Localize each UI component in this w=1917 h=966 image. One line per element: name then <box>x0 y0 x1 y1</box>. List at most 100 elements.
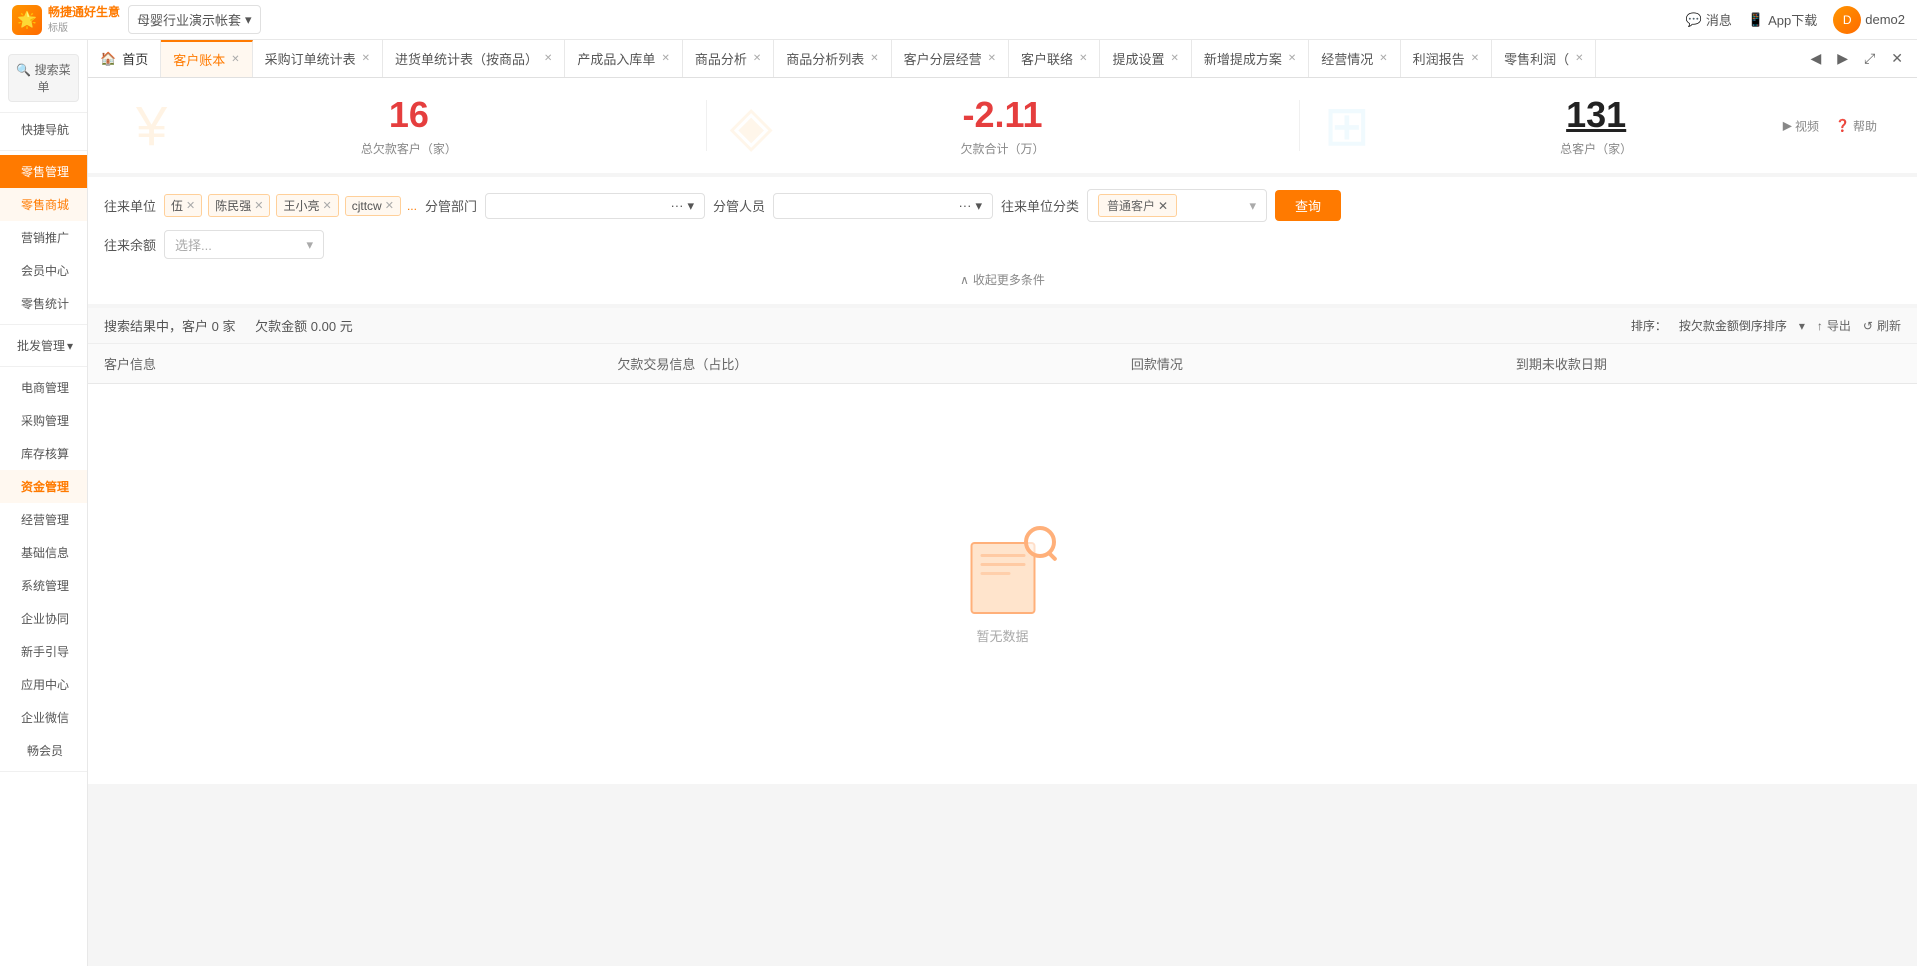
tab-retail-profit-close[interactable]: ✕ <box>1575 53 1583 64</box>
tab-customer-tier[interactable]: 客户分层经营 ✕ <box>892 40 1009 78</box>
sidebar-item-vip[interactable]: 畅会员 <box>0 734 87 767</box>
person-filter-select[interactable]: ··· ▾ <box>773 193 993 219</box>
tab-accounts-label: 客户账本 <box>173 50 225 69</box>
tab-customer-link-close[interactable]: ✕ <box>1079 53 1087 64</box>
filter-tag-more[interactable]: ... <box>407 199 417 213</box>
dept-filter-select[interactable]: ··· ▾ <box>485 193 705 219</box>
filter-tag-chen-close[interactable]: ✕ <box>254 199 263 212</box>
sidebar-item-corp-collab[interactable]: 企业协同 <box>0 602 87 635</box>
tab-inbound-stats-close[interactable]: ✕ <box>544 53 552 64</box>
tab-promotion-settings-close[interactable]: ✕ <box>1170 53 1178 64</box>
search-menu-btn[interactable]: 🔍 搜索菜单 <box>8 54 79 102</box>
tab-accounts[interactable]: 客户账本 ✕ <box>161 40 252 78</box>
tab-cost-inbound[interactable]: 产成品入库单 ✕ <box>565 40 682 78</box>
sidebar-item-members[interactable]: 会员中心 <box>0 254 87 287</box>
tab-purchase-summary-close[interactable]: ✕ <box>362 53 370 64</box>
export-btn[interactable]: ↑ 导出 <box>1817 317 1851 334</box>
tab-inbound-stats[interactable]: 进货单统计表（按商品） ✕ <box>383 40 565 78</box>
tab-profit-report-close[interactable]: ✕ <box>1471 53 1479 64</box>
sidebar-item-retail-mall[interactable]: 零售商城 <box>0 188 87 221</box>
tab-new-promotion[interactable]: 新增提成方案 ✕ <box>1192 40 1309 78</box>
collapse-chevron-icon: ∧ <box>960 273 969 287</box>
table-header: 客户信息 欠款交易信息（占比） 回款情况 到期未收款日期 <box>88 344 1917 384</box>
batch-chevron-icon: ▾ <box>67 339 73 353</box>
tab-operations-close[interactable]: ✕ <box>1379 53 1387 64</box>
sidebar-item-newbie[interactable]: 新手引导 <box>0 635 87 668</box>
app-download-btn[interactable]: 📱 App下载 <box>1748 10 1817 29</box>
result-summary-prefix: 搜索结果中，客户 <box>104 319 208 334</box>
tab-new-promotion-close[interactable]: ✕ <box>1288 53 1296 64</box>
sidebar-item-base-info[interactable]: 基础信息 <box>0 536 87 569</box>
messages-btn[interactable]: 💬 消息 <box>1686 10 1732 29</box>
sidebar-item-inventory[interactable]: 库存核算 <box>0 437 87 470</box>
query-button[interactable]: 查询 <box>1275 190 1341 221</box>
main-layout: 🔍 搜索菜单 快捷导航 零售管理 零售商城 营销推广 会员中心 零售统计 <box>0 40 1917 966</box>
video-btn[interactable]: ▶ 视频 <box>1783 117 1819 134</box>
tab-product-analysis-list[interactable]: 商品分析列表 ✕ <box>774 40 891 78</box>
remainder-filter-select[interactable]: 选择... ▾ <box>164 230 324 259</box>
tab-prev-btn[interactable]: ◀ <box>1805 48 1828 69</box>
sort-value[interactable]: 按欠款金额倒序排序 <box>1679 317 1787 334</box>
unit-category-tag-close[interactable]: ✕ <box>1158 199 1168 213</box>
tab-retail-profit[interactable]: 零售利润（ ✕ <box>1492 40 1596 78</box>
tab-retail-profit-label: 零售利润（ <box>1504 49 1569 68</box>
tab-product-analysis-list-close[interactable]: ✕ <box>870 53 878 64</box>
sidebar-item-sys-mgmt[interactable]: 系统管理 <box>0 569 87 602</box>
tab-cost-inbound-label: 产成品入库单 <box>577 49 655 68</box>
tab-bar-actions: ◀ ▶ ⤢ ✕ <box>1805 48 1917 69</box>
tab-operations[interactable]: 经营情况 ✕ <box>1309 40 1400 78</box>
collapse-button[interactable]: ∧ 收起更多条件 <box>960 267 1045 292</box>
sidebar-item-retail[interactable]: 零售管理 <box>0 155 87 188</box>
sidebar-item-batch-mgmt[interactable]: 批发管理 ▾ <box>0 329 87 362</box>
tab-close-all-btn[interactable]: ✕ <box>1885 48 1909 69</box>
col-due-date: 到期未收款日期 <box>1516 354 1901 373</box>
store-selector[interactable]: 母婴行业演示帐套 ▾ <box>128 5 261 34</box>
user-profile[interactable]: D demo2 <box>1833 6 1905 34</box>
tab-next-btn[interactable]: ▶ <box>1831 48 1854 69</box>
sidebar-item-purchase[interactable]: 采购管理 <box>0 404 87 437</box>
unit-category-select[interactable]: 普通客户 ✕ ▾ <box>1087 189 1267 222</box>
play-icon: ▶ <box>1783 119 1792 133</box>
refresh-btn[interactable]: ↺ 刷新 <box>1863 317 1901 334</box>
filter-tag-wu-text: 伍 <box>171 197 183 214</box>
sidebar-item-ecommerce[interactable]: 电商管理 <box>0 371 87 404</box>
logo-text: 畅捷通好生意 <box>48 5 120 19</box>
col-customer-info: 客户信息 <box>104 354 617 373</box>
tab-new-promotion-label: 新增提成方案 <box>1204 49 1282 68</box>
sidebar-item-retail-stats[interactable]: 零售统计 <box>0 287 87 320</box>
help-label: 帮助 <box>1853 117 1877 134</box>
tab-customer-link-label: 客户联络 <box>1021 49 1073 68</box>
sidebar-item-corp-wechat[interactable]: 企业微信 <box>0 701 87 734</box>
sidebar-item-app-center[interactable]: 应用中心 <box>0 668 87 701</box>
help-btn[interactable]: ❓ 帮助 <box>1835 117 1877 134</box>
tab-cost-inbound-close[interactable]: ✕ <box>661 53 669 64</box>
filter-tag-wu-close[interactable]: ✕ <box>186 199 195 212</box>
sidebar-item-marketing[interactable]: 营销推广 <box>0 221 87 254</box>
remainder-filter-label: 往来余额 <box>104 235 156 254</box>
tab-accounts-close[interactable]: ✕ <box>231 54 239 65</box>
sidebar-item-finance[interactable]: 资金管理 <box>0 470 87 503</box>
tab-customer-link[interactable]: 客户联络 ✕ <box>1009 40 1100 78</box>
tab-home[interactable]: 🏠 首页 <box>88 40 161 78</box>
remainder-chevron: ▾ <box>306 237 313 253</box>
tab-product-analysis-close[interactable]: ✕ <box>753 53 761 64</box>
tab-customer-tier-close[interactable]: ✕ <box>988 53 996 64</box>
empty-doc-shape <box>970 542 1035 614</box>
filter-tag-cjttcw-close[interactable]: ✕ <box>385 199 394 212</box>
tab-purchase-summary[interactable]: 采购订单统计表 ✕ <box>253 40 383 78</box>
sidebar-section-retail: 零售管理 零售商城 营销推广 会员中心 零售统计 <box>0 151 87 325</box>
sidebar-item-operations-mgmt[interactable]: 经营管理 <box>0 503 87 536</box>
collapse-label: 收起更多条件 <box>973 271 1045 288</box>
tab-product-analysis[interactable]: 商品分析 ✕ <box>683 40 774 78</box>
dept-filter-label: 分管部门 <box>425 196 477 215</box>
tab-promotion-settings[interactable]: 提成设置 ✕ <box>1100 40 1191 78</box>
tab-profit-report[interactable]: 利润报告 ✕ <box>1401 40 1492 78</box>
tab-expand-btn[interactable]: ⤢ <box>1858 48 1881 69</box>
tab-customer-tier-label: 客户分层经营 <box>904 49 982 68</box>
sidebar-item-quick-nav[interactable]: 快捷导航 <box>0 113 87 146</box>
doc-line-1 <box>980 554 1025 557</box>
filter-tag-wang-close[interactable]: ✕ <box>323 199 332 212</box>
page-content: ¥ 16 总欠款客户（家） ◈ -2.11 欠款合计（万） ⊞ 131 总客户（… <box>88 78 1917 966</box>
person-filter-label: 分管人员 <box>713 196 765 215</box>
sidebar-item-quick-nav-label: 快捷导航 <box>21 123 69 137</box>
